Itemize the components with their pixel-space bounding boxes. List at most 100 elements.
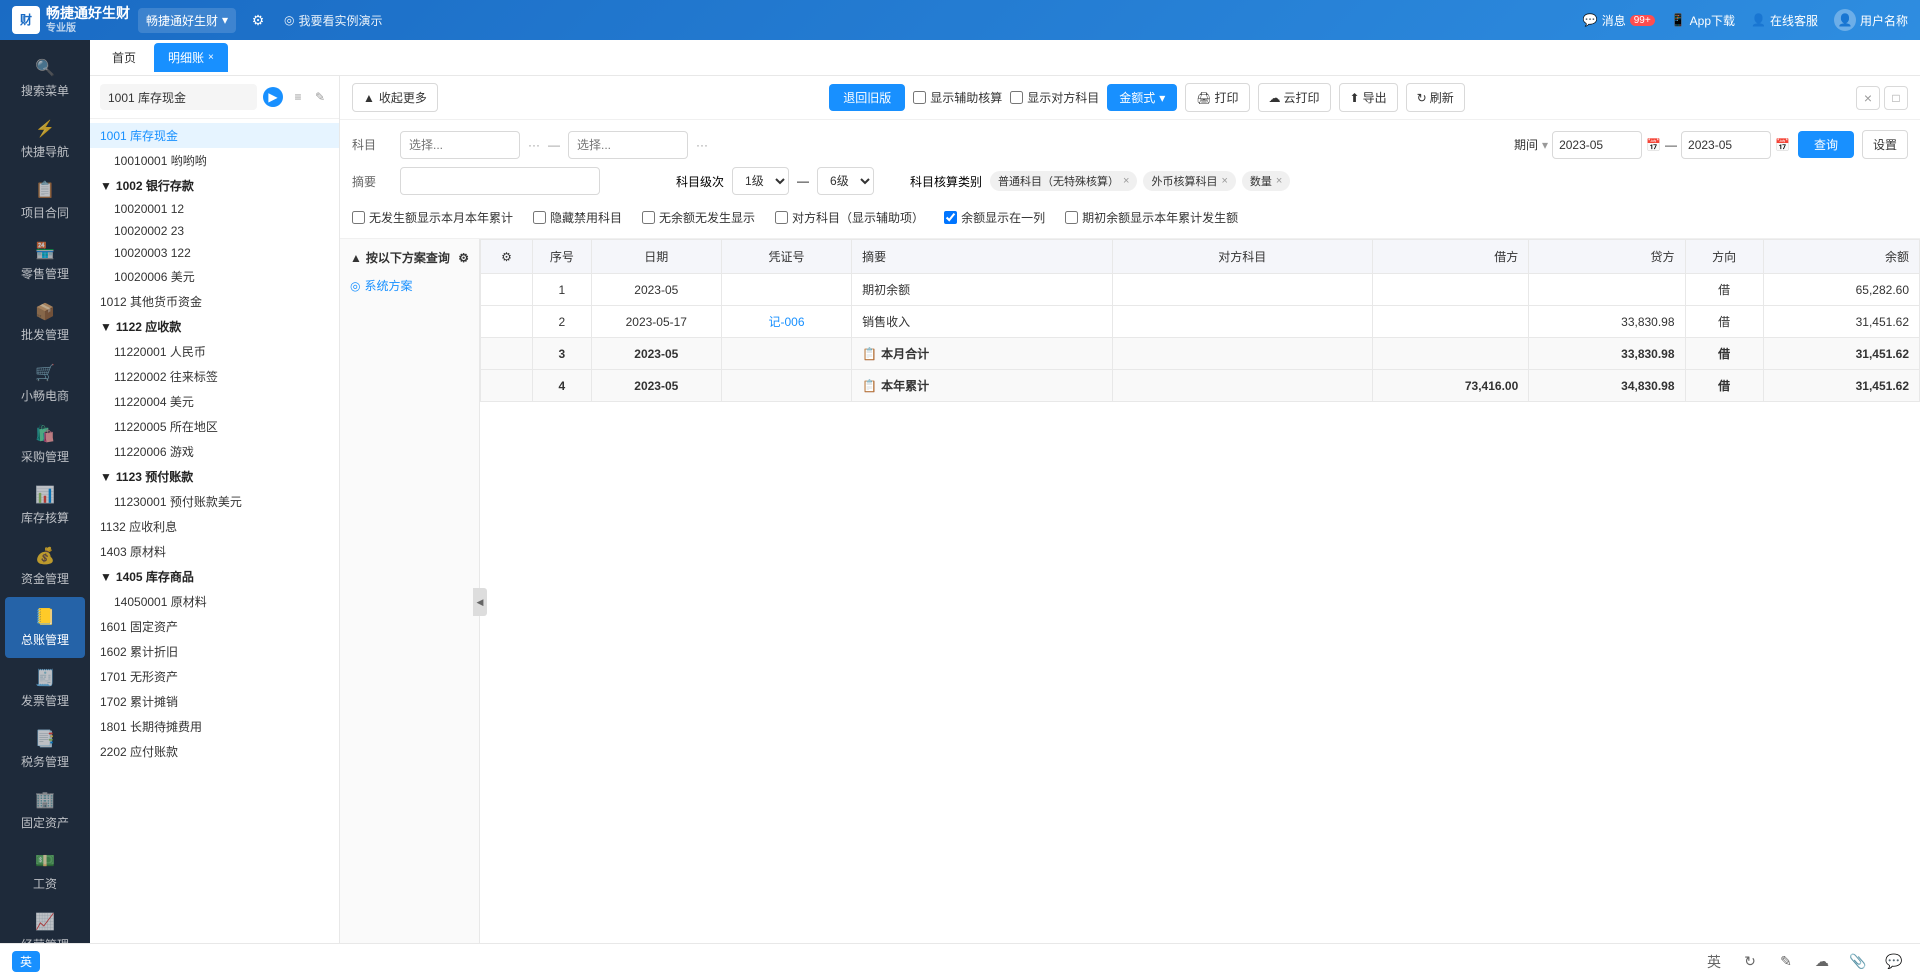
tree-item-1012[interactable]: 1012 其他货币资金: [90, 289, 339, 314]
tree-item-1122[interactable]: ▼ 1122 应收款: [90, 314, 339, 339]
lang-btn[interactable]: 英: [12, 951, 40, 972]
settings-btn[interactable]: 设置: [1862, 130, 1908, 159]
tree-item-11220002[interactable]: 11220002 往来标签: [90, 364, 339, 389]
app-download-btn[interactable]: 📱 App下载: [1671, 12, 1735, 29]
tag-foreign-remove[interactable]: ×: [1221, 175, 1227, 187]
cb-no-amount[interactable]: 无发生额显示本月本年累计: [352, 209, 513, 226]
cb-opposite-aux[interactable]: 对方科目（显示辅助项）: [775, 209, 924, 226]
subject-input[interactable]: [400, 131, 520, 159]
sidebar-item-inventory[interactable]: 📊 库存核算: [5, 475, 85, 536]
period-end-input[interactable]: [1681, 131, 1771, 159]
tree-item-11220001[interactable]: 11220001 人民币: [90, 339, 339, 364]
tree-item-1132[interactable]: 1132 应收利息: [90, 514, 339, 539]
subject-end-input[interactable]: [568, 131, 688, 159]
tab-close-icon[interactable]: ×: [208, 52, 214, 63]
sidebar-item-retail[interactable]: 🏪 零售管理: [5, 231, 85, 292]
tree-item-11230001[interactable]: 11230001 预付账款美元: [90, 489, 339, 514]
scheme-btn[interactable]: ◎ 系统方案: [350, 272, 469, 299]
refresh-btn[interactable]: ↻ 刷新: [1406, 83, 1465, 112]
sidebar-item-ecommerce[interactable]: 🛒 小畅电商: [5, 353, 85, 414]
tree-item-11220004[interactable]: 11220004 美元: [90, 389, 339, 414]
tool-list-icon[interactable]: ≡: [289, 88, 307, 106]
sidebar-item-tax[interactable]: 📑 税务管理: [5, 719, 85, 780]
amount-format-btn[interactable]: 金额式 ▾: [1107, 84, 1177, 111]
tree-item-1702[interactable]: 1702 累计摊销: [90, 689, 339, 714]
sidebar-item-salary[interactable]: 💵 工资: [5, 841, 85, 902]
tree-item-1403[interactable]: 1403 原材料: [90, 539, 339, 564]
cell-voucher[interactable]: 记-006: [721, 306, 851, 338]
show-aux-checkbox[interactable]: 显示辅助核算: [913, 89, 1002, 106]
tab-home[interactable]: 首页: [98, 43, 150, 72]
cal-start-icon[interactable]: 📅: [1646, 138, 1661, 152]
tab-detail[interactable]: 明细账 ×: [154, 43, 228, 72]
tree-item-1601[interactable]: 1601 固定资产: [90, 614, 339, 639]
tree-item-10020006[interactable]: 10020006 美元: [90, 264, 339, 289]
tool-edit-icon[interactable]: ✎: [311, 88, 329, 106]
filter-side-collapse-btn[interactable]: ◀: [473, 588, 487, 616]
show-opposite-checkbox[interactable]: 显示对方科目: [1010, 89, 1099, 106]
bottom-icon-edit[interactable]: ✎: [1772, 948, 1800, 976]
tree-item-1405[interactable]: ▼ 1405 库存商品: [90, 564, 339, 589]
summary-input[interactable]: [400, 167, 600, 195]
tree-item-1001[interactable]: 1001 库存现金: [90, 123, 339, 148]
filter-side-settings-icon[interactable]: ⚙: [458, 251, 469, 265]
tag-quantity-remove[interactable]: ×: [1276, 175, 1282, 187]
col-header-settings[interactable]: ⚙: [481, 240, 533, 274]
bottom-icon-cloud[interactable]: ☁: [1808, 948, 1836, 976]
sidebar-item-project[interactable]: 📋 项目合同: [5, 170, 85, 231]
demo-link[interactable]: ◎ 我要看实例演示: [284, 12, 383, 29]
tree-item-10010001[interactable]: 10010001 哟哟哟: [90, 148, 339, 173]
sidebar-item-invoice[interactable]: 🧾 发票管理: [5, 658, 85, 719]
print-btn[interactable]: 🖨 打印: [1185, 83, 1249, 112]
company-selector[interactable]: 畅捷通好生财 ▾: [138, 8, 236, 33]
user-menu[interactable]: 👤 用户名称: [1834, 9, 1908, 31]
tree-item-10020002[interactable]: 10020002 23: [90, 220, 339, 242]
export-btn[interactable]: ⬆ 导出: [1339, 83, 1398, 112]
sidebar-item-purchase[interactable]: 🛍️ 采购管理: [5, 414, 85, 475]
account-nav-next[interactable]: ▶: [263, 87, 283, 107]
tree-item-1801[interactable]: 1801 长期待摊费用: [90, 714, 339, 739]
tree-item-10020001[interactable]: 10020001 12: [90, 198, 339, 220]
close-panel-btn[interactable]: ×: [1856, 86, 1880, 110]
cal-end-icon[interactable]: 📅: [1775, 138, 1790, 152]
tree-item-2202[interactable]: 2202 应付账款: [90, 739, 339, 764]
sidebar-item-wholesale[interactable]: 📦 批发管理: [5, 292, 85, 353]
sidebar-item-fixedasset[interactable]: 🏢 固定资产: [5, 780, 85, 841]
cb-balance-col[interactable]: 余额显示在一列: [944, 209, 1045, 226]
maximize-btn[interactable]: □: [1884, 86, 1908, 110]
col-header-balance: 余额: [1763, 240, 1919, 274]
cb-hide-disabled[interactable]: 隐藏禁用科目: [533, 209, 622, 226]
more-btn[interactable]: ▲ 收起更多: [352, 83, 438, 112]
level-start-select[interactable]: 1级: [732, 167, 789, 195]
cb-no-balance[interactable]: 无余额无发生显示: [642, 209, 755, 226]
tree-item-1002[interactable]: ▼ 1002 银行存款: [90, 173, 339, 198]
period-start-input[interactable]: [1552, 131, 1642, 159]
tree-item-1701[interactable]: 1701 无形资产: [90, 664, 339, 689]
sidebar-item-search[interactable]: 🔍 搜索菜单: [5, 48, 85, 109]
tag-normal-remove[interactable]: ×: [1123, 175, 1129, 187]
cloud-print-btn[interactable]: ☁ 云打印: [1258, 83, 1331, 112]
settings-button[interactable]: ⚙: [244, 6, 272, 34]
tree-item-11220005[interactable]: 11220005 所在地区: [90, 414, 339, 439]
sidebar-item-capital[interactable]: 💰 资金管理: [5, 536, 85, 597]
online-service-btn[interactable]: 👤 在线客服: [1751, 12, 1818, 29]
message-btn[interactable]: 💬 消息 99+: [1583, 12, 1655, 29]
sidebar-item-ledger[interactable]: 📒 总账管理: [5, 597, 85, 658]
bottom-icon-chat[interactable]: 💬: [1880, 948, 1908, 976]
demo-text: 我要看实例演示: [299, 12, 383, 29]
return-old-btn[interactable]: 退回旧版: [829, 84, 905, 111]
sidebar-item-quicknav[interactable]: ⚡ 快捷导航: [5, 109, 85, 170]
tree-item-11220006[interactable]: 11220006 游戏: [90, 439, 339, 464]
tree-item-14050001[interactable]: 14050001 原材料: [90, 589, 339, 614]
query-btn[interactable]: 查询: [1798, 131, 1854, 158]
bottom-icon-attach[interactable]: 📎: [1844, 948, 1872, 976]
cb-opening[interactable]: 期初余额显示本年累计发生额: [1065, 209, 1238, 226]
bottom-icon-refresh[interactable]: ↻: [1736, 948, 1764, 976]
tree-item-1123[interactable]: ▼ 1123 预付账款: [90, 464, 339, 489]
bottom-icon-translate[interactable]: 英: [1700, 948, 1728, 976]
level-end-select[interactable]: 6级: [817, 167, 874, 195]
cell-date: 2023-05-17: [591, 306, 721, 338]
tree-item-10020003[interactable]: 10020003 122: [90, 242, 339, 264]
tree-item-1602[interactable]: 1602 累计折旧: [90, 639, 339, 664]
voucher-link[interactable]: 记-006: [769, 315, 805, 329]
